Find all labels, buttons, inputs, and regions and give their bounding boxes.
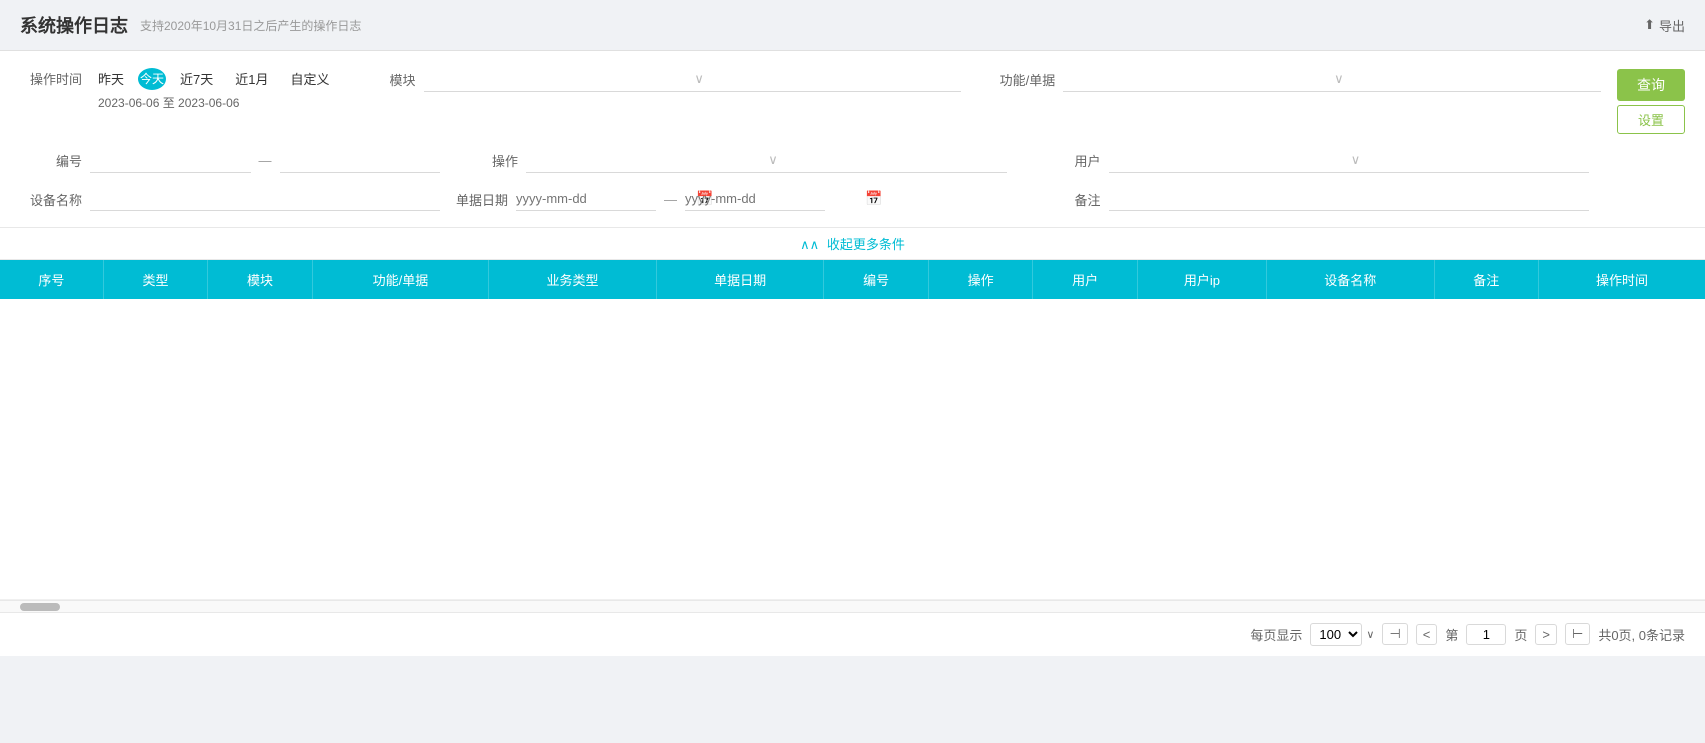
table-header-cell: 类型 [103, 260, 207, 299]
export-button[interactable]: ⬆ 导出 [1644, 16, 1685, 35]
table-header-cell: 业务类型 [489, 260, 657, 299]
calendar-end-icon[interactable]: 📅 [865, 190, 882, 207]
remark-label: 备注 [1039, 190, 1109, 209]
operation-dropdown[interactable]: ∨ [526, 148, 1007, 173]
collapse-icon: ∧∧ [800, 237, 819, 252]
user-label: 用户 [1039, 151, 1109, 170]
table-header: 序号类型模块功能/单据业务类型单据日期编号操作用户用户ip设备名称备注操作时间 [0, 260, 1705, 299]
operation-chevron-icon: ∨ [768, 152, 1006, 168]
time-options: 昨天 今天 近7天 近1月 自定义 [90, 67, 338, 90]
collapse-bar[interactable]: ∧∧ 收起更多条件 [0, 228, 1705, 260]
table-header-cell: 单据日期 [656, 260, 824, 299]
module-dropdown[interactable]: ∨ [424, 67, 962, 92]
time-btn-today[interactable]: 今天 [138, 68, 166, 90]
collapse-label: 收起更多条件 [827, 237, 905, 252]
device-label: 设备名称 [20, 190, 90, 209]
num-separator: — [251, 153, 280, 168]
num-end-input[interactable] [280, 149, 441, 173]
page-header: 系统操作日志 支持2020年10月31日之后产生的操作日志 ⬆ 导出 [0, 0, 1705, 51]
next-page-button[interactable]: > [1535, 624, 1557, 645]
doc-date-end-input[interactable] [685, 187, 861, 210]
filter-panel: 操作时间 昨天 今天 近7天 近1月 自定义 2023-06-06 至 2023… [0, 51, 1705, 228]
func-chevron-icon: ∨ [1334, 71, 1601, 87]
data-table: 序号类型模块功能/单据业务类型单据日期编号操作用户用户ip设备名称备注操作时间 [0, 260, 1705, 600]
doc-date-end-wrapper: 📅 [685, 187, 825, 211]
time-btn-7days[interactable]: 近7天 [172, 67, 221, 90]
scrollbar-area[interactable] [0, 600, 1705, 612]
module-label: 模块 [354, 70, 424, 89]
page-size-label: 每页显示 [1250, 625, 1302, 644]
table-header-cell: 操作时间 [1539, 260, 1705, 299]
remark-input[interactable] [1109, 187, 1590, 211]
device-input[interactable] [90, 187, 440, 211]
doc-date-start-wrapper: 📅 [516, 187, 656, 211]
first-page-button[interactable]: ⊣ [1382, 623, 1407, 645]
date-range-text: 2023-06-06 至 2023-06-06 [98, 94, 239, 111]
page-input[interactable] [1466, 624, 1506, 645]
func-dropdown[interactable]: ∨ [1063, 67, 1601, 92]
time-btn-yesterday[interactable]: 昨天 [90, 67, 132, 90]
prev-page-button[interactable]: < [1416, 624, 1438, 645]
last-page-button[interactable]: ⊢ [1565, 623, 1590, 645]
module-chevron-icon: ∨ [694, 71, 961, 87]
num-start-input[interactable] [90, 149, 251, 173]
table-header-cell: 用户ip [1137, 260, 1266, 299]
table-header-cell: 备注 [1434, 260, 1538, 299]
doc-date-separator: — [656, 192, 685, 207]
page-unit: 页 [1514, 625, 1527, 644]
user-dropdown[interactable]: ∨ [1109, 148, 1590, 173]
table-header-cell: 序号 [0, 260, 103, 299]
chevron-down-icon: ∨ [1366, 628, 1374, 641]
table-header-cell: 模块 [208, 260, 312, 299]
empty-table-cell [0, 299, 1705, 599]
user-chevron-icon: ∨ [1351, 152, 1589, 168]
page-size-select[interactable]: 100 50 200 [1310, 623, 1362, 646]
operation-label: 操作 [456, 151, 526, 170]
action-buttons: 查询 设置 [1617, 67, 1685, 134]
scrollbar-thumb[interactable] [20, 603, 60, 611]
table-header-cell: 设备名称 [1266, 260, 1434, 299]
time-btn-1month[interactable]: 近1月 [227, 67, 276, 90]
export-icon: ⬆ [1644, 17, 1655, 33]
time-label: 操作时间 [20, 69, 90, 88]
table-header-cell: 操作 [928, 260, 1032, 299]
settings-button[interactable]: 设置 [1617, 105, 1685, 134]
num-label: 编号 [20, 151, 90, 170]
table-container: 序号类型模块功能/单据业务类型单据日期编号操作用户用户ip设备名称备注操作时间 [0, 260, 1705, 600]
table-header-cell: 用户 [1033, 260, 1137, 299]
table-body [0, 299, 1705, 599]
func-label: 功能/单据 [993, 70, 1063, 89]
time-btn-custom[interactable]: 自定义 [282, 67, 337, 90]
doc-date-label: 单据日期 [456, 190, 516, 209]
page-total: 共0页, 0条记录 [1598, 625, 1685, 644]
pagination-bar: 每页显示 100 50 200 ∨ ⊣ < 第 页 > ⊢ 共0页, 0条记录 [0, 612, 1705, 656]
table-header-cell: 编号 [824, 260, 928, 299]
query-button[interactable]: 查询 [1617, 69, 1685, 101]
page-label: 第 [1445, 625, 1458, 644]
table-header-cell: 功能/单据 [312, 260, 488, 299]
page-title: 系统操作日志 [20, 12, 128, 38]
page-subtitle: 支持2020年10月31日之后产生的操作日志 [140, 17, 361, 34]
